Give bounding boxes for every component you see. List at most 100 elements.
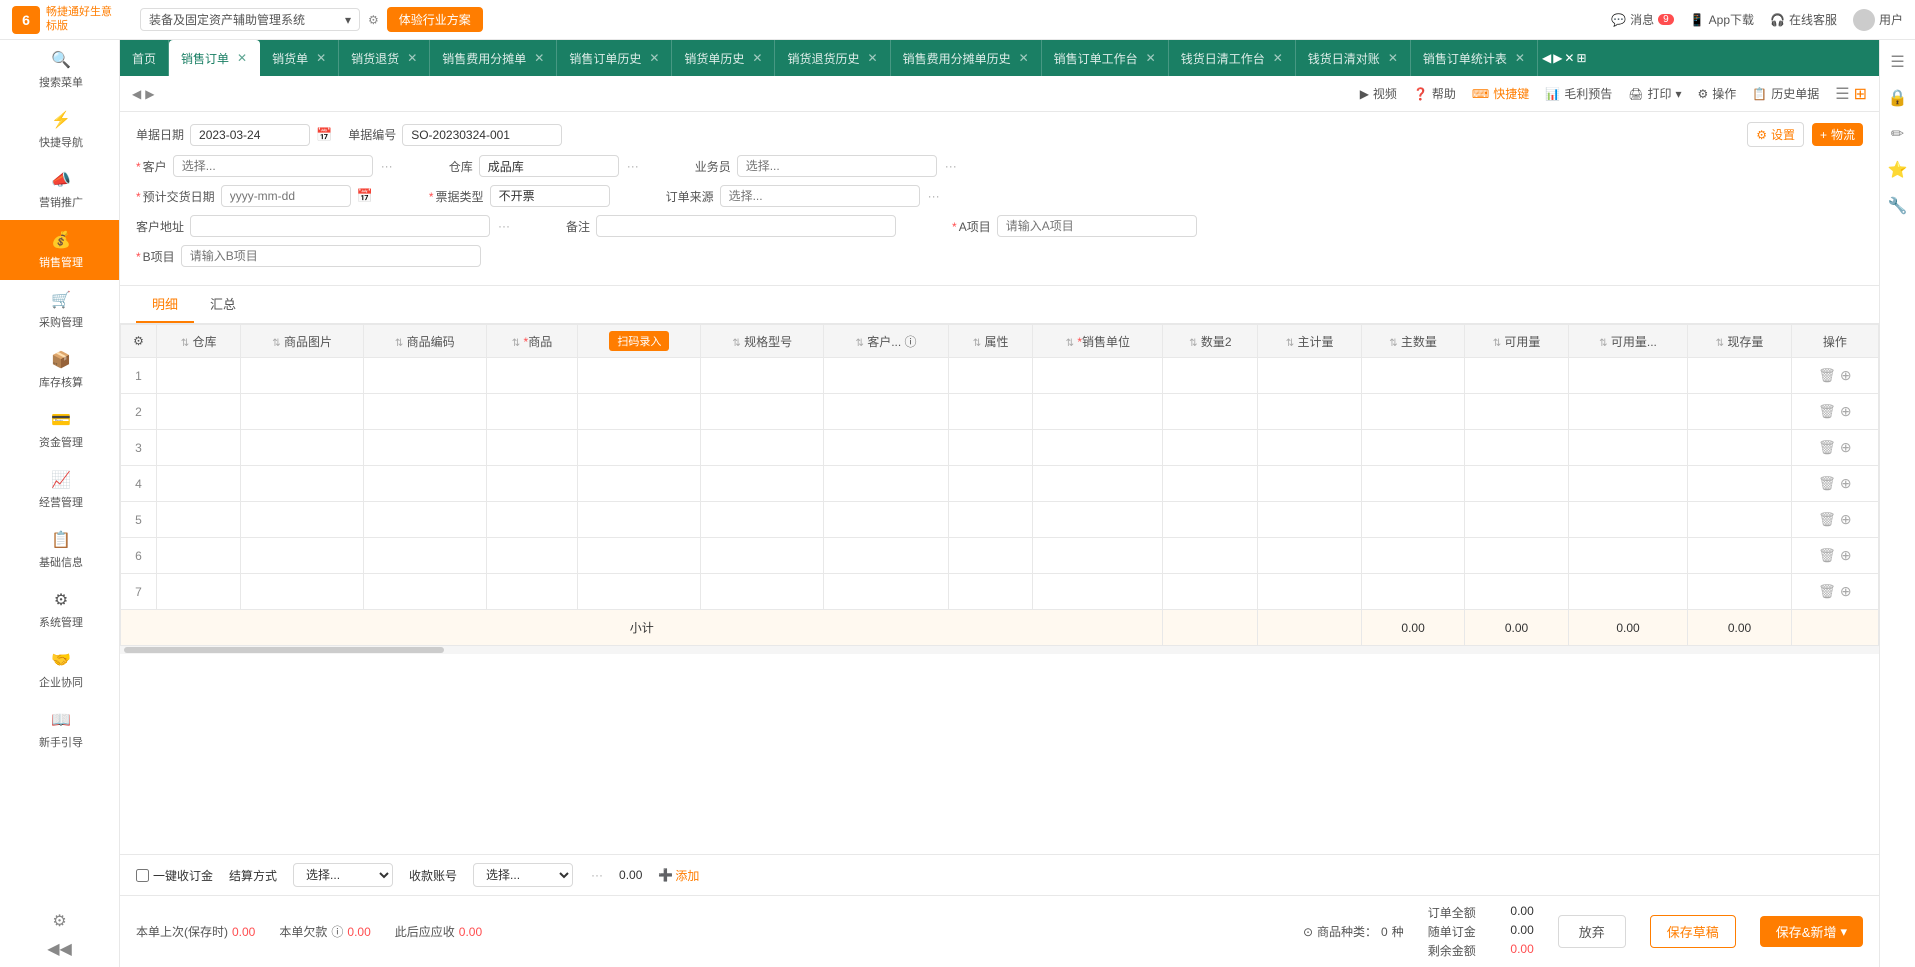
toolbar-print[interactable]: 🖨 打印 ▾ (1628, 85, 1681, 102)
tab-return-history[interactable]: 销货退货历史✕ (775, 40, 890, 76)
customer-expand-icon[interactable]: ··· (381, 159, 393, 173)
copy-row-icon[interactable]: ⊕ (1840, 367, 1852, 383)
customer-address-expand-icon[interactable]: ··· (498, 219, 510, 233)
discard-button[interactable]: 放弃 (1558, 915, 1626, 948)
copy-row-icon[interactable]: ⊕ (1840, 583, 1852, 599)
tab-expand-icon[interactable]: ⊞ (1576, 51, 1586, 65)
sidebar-item-purchase[interactable]: 🛒 采购管理 (0, 280, 119, 340)
sidebar-item-quick-nav[interactable]: ⚡ 快捷导航 (0, 100, 119, 160)
account-expand-icon[interactable]: ··· (591, 868, 603, 882)
sidebar-item-operations[interactable]: 📈 经营管理 (0, 460, 119, 520)
salesperson-expand-icon[interactable]: ··· (945, 159, 957, 173)
invoice-type-select[interactable]: 不开票 增值税普通发票 增值税专用发票 (490, 185, 610, 207)
tab-workbench[interactable]: 销售订单工作台✕ (1042, 40, 1169, 76)
calendar-icon[interactable]: 📅 (316, 127, 332, 143)
sidebar-settings-icon[interactable]: ⚙ (52, 911, 66, 931)
project-b-input[interactable] (181, 245, 481, 267)
customer-input[interactable] (173, 155, 373, 177)
right-sidebar-icon-5[interactable]: 🔧 (1884, 192, 1912, 220)
sidebar-item-finance[interactable]: 💳 资金管理 (0, 400, 119, 460)
delete-row-icon[interactable]: 🗑 (1818, 475, 1836, 491)
right-sidebar-icon-4[interactable]: ⭐ (1884, 156, 1912, 184)
settings-button[interactable]: ⚙ 设置 (1747, 122, 1804, 147)
toolbar-operation[interactable]: ⚙ 操作 (1698, 85, 1737, 102)
close-tab-return-history[interactable]: ✕ (868, 51, 878, 65)
tab-home[interactable]: 首页 (120, 40, 169, 76)
delete-row-icon[interactable]: 🗑 (1818, 511, 1836, 527)
message-button[interactable]: 💬 消息 9 (1611, 11, 1674, 28)
order-source-expand-icon[interactable]: ··· (928, 189, 940, 203)
customer-address-input[interactable] (190, 215, 490, 237)
payment-method-select[interactable]: 选择... (293, 863, 393, 887)
sidebar-item-inventory[interactable]: 📦 库存核算 (0, 340, 119, 400)
salesperson-input[interactable] (737, 155, 937, 177)
tab-cash-workbench[interactable]: 钱货日清工作台✕ (1169, 40, 1296, 76)
toolbar-nav-right[interactable]: ▶ (145, 87, 154, 101)
tab-sales-invoice[interactable]: 销货单✕ (260, 40, 339, 76)
close-tab-sales-return[interactable]: ✕ (407, 51, 417, 65)
tab-sales-return[interactable]: 销货退货✕ (339, 40, 430, 76)
close-tab-cash-reconcile[interactable]: ✕ (1388, 51, 1398, 65)
toolbar-shortcut[interactable]: ⌨ 快捷键 (1472, 85, 1529, 102)
tab-cash-reconcile[interactable]: 钱货日清对账✕ (1296, 40, 1411, 76)
single-num-input[interactable] (402, 124, 562, 146)
gear-settings-icon[interactable]: ⚙ (368, 13, 379, 27)
warehouse-input[interactable] (479, 155, 619, 177)
right-sidebar-icon-1[interactable]: ☰ (1886, 48, 1908, 76)
tab-sales-order-history[interactable]: 销售订单历史✕ (557, 40, 672, 76)
sidebar-item-guide[interactable]: 📖 新手引导 (0, 700, 119, 760)
app-download-button[interactable]: 📱 App下载 (1690, 11, 1754, 28)
close-tab-sales-invoice[interactable]: ✕ (316, 51, 326, 65)
sidebar-item-enterprise[interactable]: 🤝 企业协同 (0, 640, 119, 700)
view-list-icon[interactable]: ☰ (1835, 84, 1849, 104)
sidebar-collapse-icon[interactable]: ◀◀ (47, 939, 72, 959)
save-new-button[interactable]: 保存&新增 ▾ (1760, 916, 1863, 947)
copy-row-icon[interactable]: ⊕ (1840, 475, 1852, 491)
toolbar-nav-left[interactable]: ◀ (132, 87, 141, 101)
right-sidebar-icon-3[interactable]: ✏ (1887, 120, 1908, 148)
copy-row-icon[interactable]: ⊕ (1840, 547, 1852, 563)
tab-expense-history[interactable]: 销售费用分摊单历史✕ (891, 40, 1042, 76)
save-draft-button[interactable]: 保存草稿 (1650, 915, 1736, 948)
close-tab-workbench[interactable]: ✕ (1146, 51, 1156, 65)
tab-next-arrow[interactable]: ▶ (1553, 51, 1562, 65)
online-service-button[interactable]: 🎧 在线客服 (1770, 11, 1837, 28)
close-tab-expense-history[interactable]: ✕ (1019, 51, 1029, 65)
delivery-calendar-icon[interactable]: 📅 (357, 188, 373, 204)
sidebar-item-marketing[interactable]: 📣 营销推广 (0, 160, 119, 220)
one-click-deposit-checkbox[interactable]: 一键收订金 (136, 867, 213, 884)
tab-prev-arrow[interactable]: ◀ (1542, 51, 1551, 65)
user-avatar[interactable]: 用户 (1853, 9, 1903, 31)
sidebar-item-search[interactable]: 🔍 搜索菜单 (0, 40, 119, 100)
toolbar-help[interactable]: ❓ 帮助 (1413, 85, 1456, 102)
delete-row-icon[interactable]: 🗑 (1818, 403, 1836, 419)
view-grid-icon[interactable]: ⊞ (1854, 84, 1867, 104)
tab-sales-expense[interactable]: 销售费用分摊单✕ (430, 40, 557, 76)
project-a-input[interactable] (997, 215, 1197, 237)
remarks-input[interactable] (596, 215, 896, 237)
order-source-input[interactable] (720, 185, 920, 207)
warehouse-expand-icon[interactable]: ··· (627, 159, 639, 173)
sidebar-item-system[interactable]: ⚙ 系统管理 (0, 580, 119, 640)
scan-button[interactable]: 扫码录入 (609, 331, 669, 351)
delete-row-icon[interactable]: 🗑 (1818, 583, 1836, 599)
sidebar-item-sales[interactable]: 💰 销售管理 (0, 220, 119, 280)
close-tab-sales-expense[interactable]: ✕ (534, 51, 544, 65)
right-sidebar-icon-2[interactable]: 🔒 (1884, 84, 1912, 112)
sidebar-item-basic-info[interactable]: 📋 基础信息 (0, 520, 119, 580)
delete-row-icon[interactable]: 🗑 (1818, 367, 1836, 383)
close-tab-invoice-history[interactable]: ✕ (752, 51, 762, 65)
tab-sales-stats[interactable]: 销售订单统计表✕ (1411, 40, 1538, 76)
copy-row-icon[interactable]: ⊕ (1840, 439, 1852, 455)
industry-solution-button[interactable]: 体验行业方案 (387, 7, 483, 32)
tab-invoice-history[interactable]: 销货单历史✕ (672, 40, 775, 76)
single-date-input[interactable] (190, 124, 310, 146)
delete-row-icon[interactable]: 🗑 (1818, 547, 1836, 563)
col-settings[interactable]: ⚙ (121, 325, 157, 358)
add-logistics-button[interactable]: + 物流 (1812, 123, 1863, 146)
add-button[interactable]: ➕ 添加 (658, 867, 699, 884)
scroll-thumb[interactable] (124, 647, 444, 653)
horizontal-scrollbar[interactable] (120, 646, 1879, 654)
system-selector[interactable]: 装备及固定资产辅助管理系统 ▾ (140, 8, 360, 31)
copy-row-icon[interactable]: ⊕ (1840, 403, 1852, 419)
